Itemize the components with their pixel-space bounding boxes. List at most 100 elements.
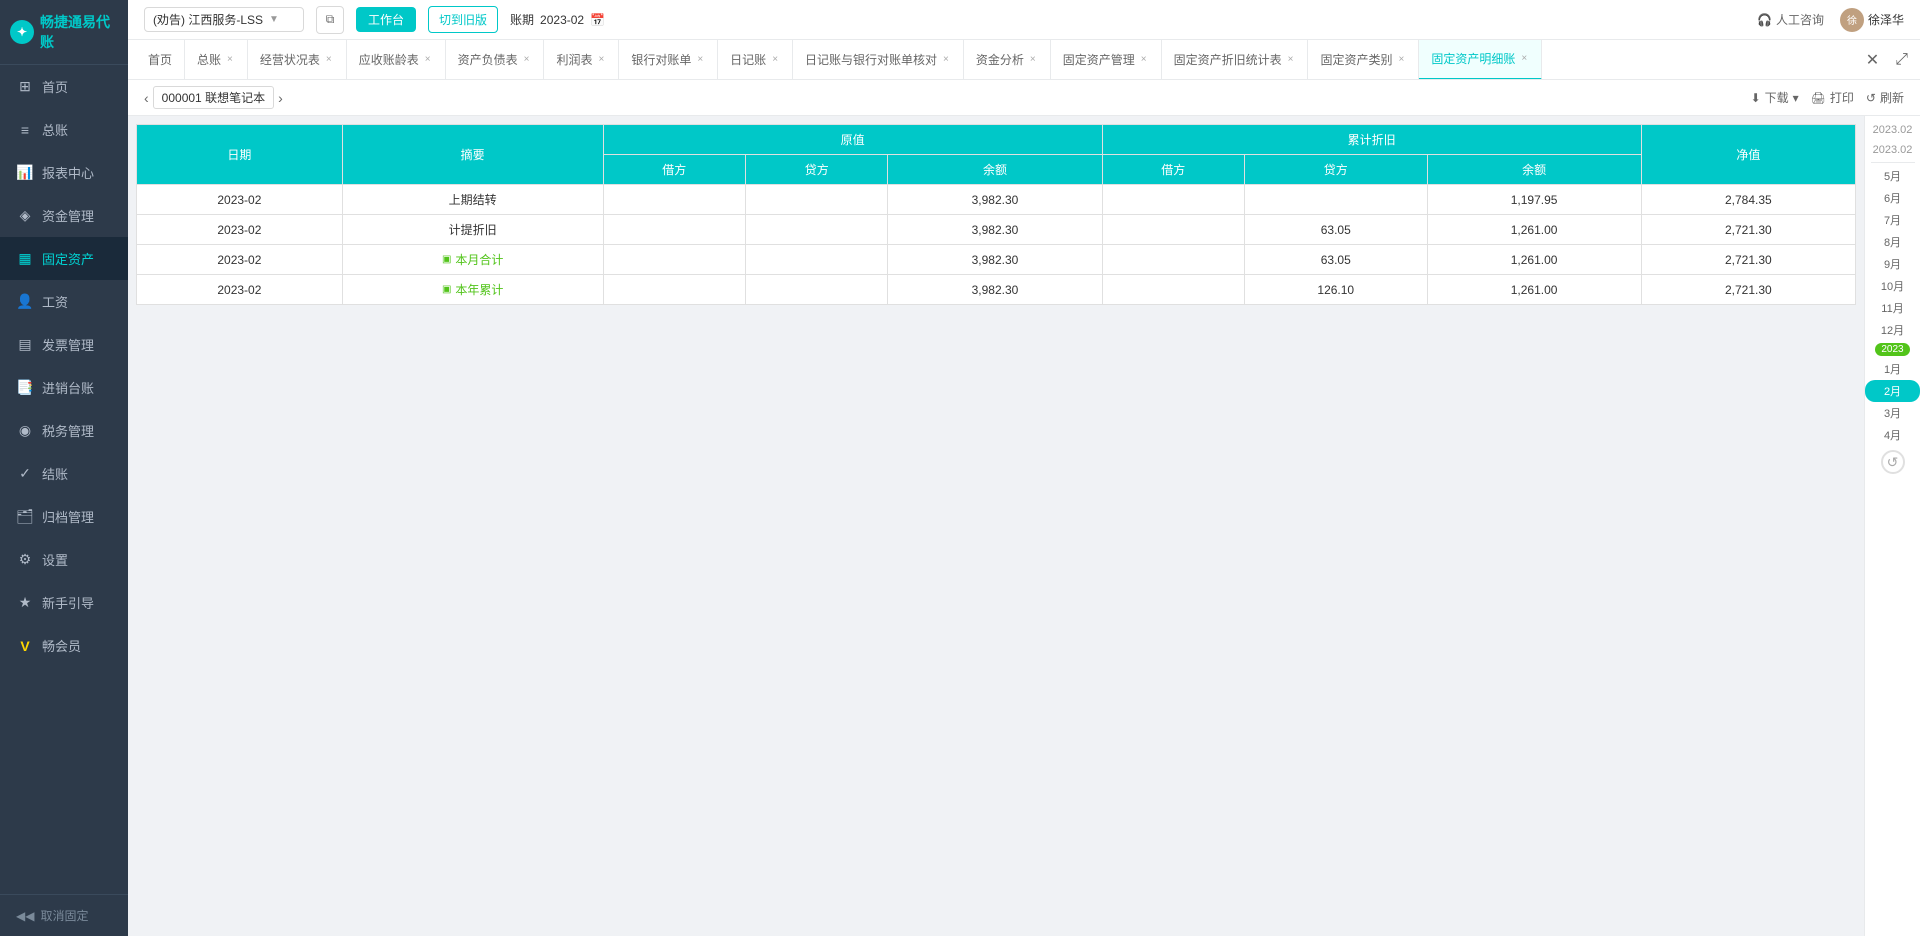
close-all-tabs-button[interactable]: ✕ [1862, 50, 1883, 70]
unpin-label: 取消固定 [40, 907, 88, 924]
timeline-month-11[interactable]: 11月 [1865, 297, 1920, 319]
close-tab-icon[interactable]: × [423, 54, 433, 65]
row-orig-balance: 3,982.30 [888, 215, 1102, 245]
year-2023-badge: 2023 [1875, 343, 1909, 356]
timeline-month-9[interactable]: 9月 [1865, 253, 1920, 275]
timeline-month-6[interactable]: 6月 [1865, 187, 1920, 209]
tab-journal-bank-check[interactable]: 日记账与银行对账单核对 × [793, 40, 964, 80]
sidebar-item-fund-mgmt[interactable]: ◈ 资金管理 [0, 194, 128, 237]
close-tab-icon[interactable]: × [770, 54, 780, 65]
tab-management-status[interactable]: 经营状况表 × [248, 40, 347, 80]
company-selector[interactable]: (劝告) 江西服务-LSS ▼ [144, 7, 304, 32]
download-button[interactable]: ⬇ 下载 ▾ [1751, 89, 1799, 106]
copy-button[interactable]: ⧉ [316, 6, 344, 34]
sidebar-item-label: 报表中心 [42, 163, 94, 182]
row-date: 2023-02 [137, 275, 343, 305]
col-accumulated-dep: 累计折旧 [1102, 125, 1641, 155]
human-service-button[interactable]: 🎧 人工咨询 [1757, 11, 1824, 28]
tab-bar: 首页 总账 × 经营状况表 × 应收账龄表 × 资产负债表 × 利润表 × 银行… [128, 40, 1920, 80]
timeline-month-7[interactable]: 7月 [1865, 209, 1920, 231]
print-button[interactable]: 🖨 打印 [1811, 89, 1854, 106]
timeline-month-10[interactable]: 10月 [1865, 275, 1920, 297]
copy-icon: ⧉ [326, 12, 335, 27]
close-tab-icon[interactable]: × [522, 54, 532, 65]
close-tab-icon[interactable]: × [695, 54, 705, 65]
user-profile[interactable]: 徐 徐泽华 [1840, 8, 1904, 32]
sidebar-item-payroll[interactable]: 👤 工资 [0, 280, 128, 323]
row-dep-balance: 1,261.00 [1427, 275, 1641, 305]
sidebar-item-settlement[interactable]: ✓ 结账 [0, 452, 128, 495]
row-net-value: 2,721.30 [1641, 245, 1855, 275]
timeline-month-12[interactable]: 12月 [1865, 319, 1920, 341]
tab-receivable[interactable]: 应收账龄表 × [347, 40, 446, 80]
payroll-icon: 👤 [16, 293, 34, 310]
tab-general-ledger[interactable]: 总账 × [185, 40, 248, 80]
tab-profit[interactable]: 利润表 × [544, 40, 619, 80]
tab-label: 固定资产管理 [1063, 51, 1135, 68]
sidebar-item-sales-ledger[interactable]: 📑 进销台账 [0, 366, 128, 409]
nav-forward-button[interactable]: › [278, 90, 283, 106]
close-tab-icon[interactable]: × [1519, 53, 1529, 64]
tab-home[interactable]: 首页 [136, 40, 185, 80]
tab-journal[interactable]: 日记账 × [718, 40, 793, 80]
close-tab-icon[interactable]: × [1396, 54, 1406, 65]
timeline-month-2-active[interactable]: 2月 [1865, 380, 1920, 402]
sidebar-item-label: 畅会员 [42, 636, 81, 655]
period-info: 账期 2023-02 📅 [510, 11, 605, 28]
orig-balance: 余额 [888, 155, 1102, 185]
timeline-month-5[interactable]: 5月 [1865, 165, 1920, 187]
timeline-month-1[interactable]: 1月 [1865, 358, 1920, 380]
timeline-month-8[interactable]: 8月 [1865, 231, 1920, 253]
close-tab-icon[interactable]: × [596, 54, 606, 65]
refresh-button[interactable]: ↺ 刷新 [1866, 89, 1904, 106]
sidebar-footer[interactable]: ◀◀ 取消固定 [0, 894, 128, 936]
tab-actions: ✕ ⤢ [1862, 50, 1912, 70]
row-summary: 计提折旧 [342, 215, 603, 245]
maximize-button[interactable]: ⤢ [1891, 51, 1912, 69]
table-row: 2023-02 本月合计 3,982.30 63.05 1,261.00 2,7… [137, 245, 1856, 275]
sidebar-item-fixed-assets[interactable]: ▦ 固定资产 [0, 237, 128, 280]
sidebar-item-settings[interactable]: ⚙ 设置 [0, 538, 128, 581]
sidebar-item-home[interactable]: ⊞ 首页 [0, 65, 128, 108]
tab-label: 固定资产折旧统计表 [1174, 51, 1282, 68]
sidebar-item-label: 首页 [42, 77, 68, 96]
row-summary: 本年累计 [342, 275, 603, 305]
close-tab-icon[interactable]: × [225, 54, 235, 65]
sidebar-item-report-center[interactable]: 📊 报表中心 [0, 151, 128, 194]
tab-bank-statement[interactable]: 银行对账单 × [619, 40, 718, 80]
tab-label: 日记账与银行对账单核对 [805, 51, 937, 68]
timeline-refresh-button[interactable]: ↺ [1881, 450, 1905, 474]
archive-icon: 🗂 [16, 508, 34, 525]
sidebar-item-beginner-guide[interactable]: ★ 新手引导 [0, 581, 128, 624]
tab-fixed-asset-deprec[interactable]: 固定资产折旧统计表 × [1162, 40, 1309, 80]
sidebar-item-label: 资金管理 [42, 206, 94, 225]
timeline-year-2023-label2: 2023.02 [1865, 140, 1920, 160]
col-net-value: 净值 [1641, 125, 1855, 185]
tab-fund-analysis[interactable]: 资金分析 × [964, 40, 1051, 80]
orig-debit: 借方 [603, 155, 745, 185]
table-row: 2023-02 上期结转 3,982.30 1,197.95 2,784.35 [137, 185, 1856, 215]
sidebar-item-invoice-mgmt[interactable]: ▤ 发票管理 [0, 323, 128, 366]
workspace-button[interactable]: 工作台 [356, 7, 416, 32]
tab-balance-sheet[interactable]: 资产负债表 × [446, 40, 545, 80]
sidebar-nav: ⊞ 首页 ≡ 总账 📊 报表中心 ◈ 资金管理 ▦ 固定资产 👤 工资 ▤ 发票… [0, 65, 128, 894]
close-tab-icon[interactable]: × [941, 54, 951, 65]
nav-back-button[interactable]: ‹ [144, 90, 149, 106]
close-tab-icon[interactable]: × [324, 54, 334, 65]
close-tab-icon[interactable]: × [1028, 54, 1038, 65]
sidebar-item-general-ledger[interactable]: ≡ 总账 [0, 108, 128, 151]
tab-fixed-asset-mgmt[interactable]: 固定资产管理 × [1051, 40, 1162, 80]
tab-fixed-asset-detail[interactable]: 固定资产明细账 × [1419, 40, 1542, 80]
timeline-month-4[interactable]: 4月 [1865, 424, 1920, 446]
chevron-down-icon: ▾ [1793, 91, 1799, 105]
switch-version-button[interactable]: 切到旧版 [428, 6, 498, 33]
close-tab-icon[interactable]: × [1139, 54, 1149, 65]
fund-icon: ◈ [16, 207, 34, 224]
close-tab-icon[interactable]: × [1286, 54, 1296, 65]
tab-fixed-asset-category[interactable]: 固定资产类别 × [1308, 40, 1419, 80]
row-date: 2023-02 [137, 215, 343, 245]
sidebar-item-vip[interactable]: V 畅会员 [0, 624, 128, 667]
sidebar-item-archive-mgmt[interactable]: 🗂 归档管理 [0, 495, 128, 538]
sidebar-item-tax-mgmt[interactable]: ◉ 税务管理 [0, 409, 128, 452]
timeline-month-3[interactable]: 3月 [1865, 402, 1920, 424]
